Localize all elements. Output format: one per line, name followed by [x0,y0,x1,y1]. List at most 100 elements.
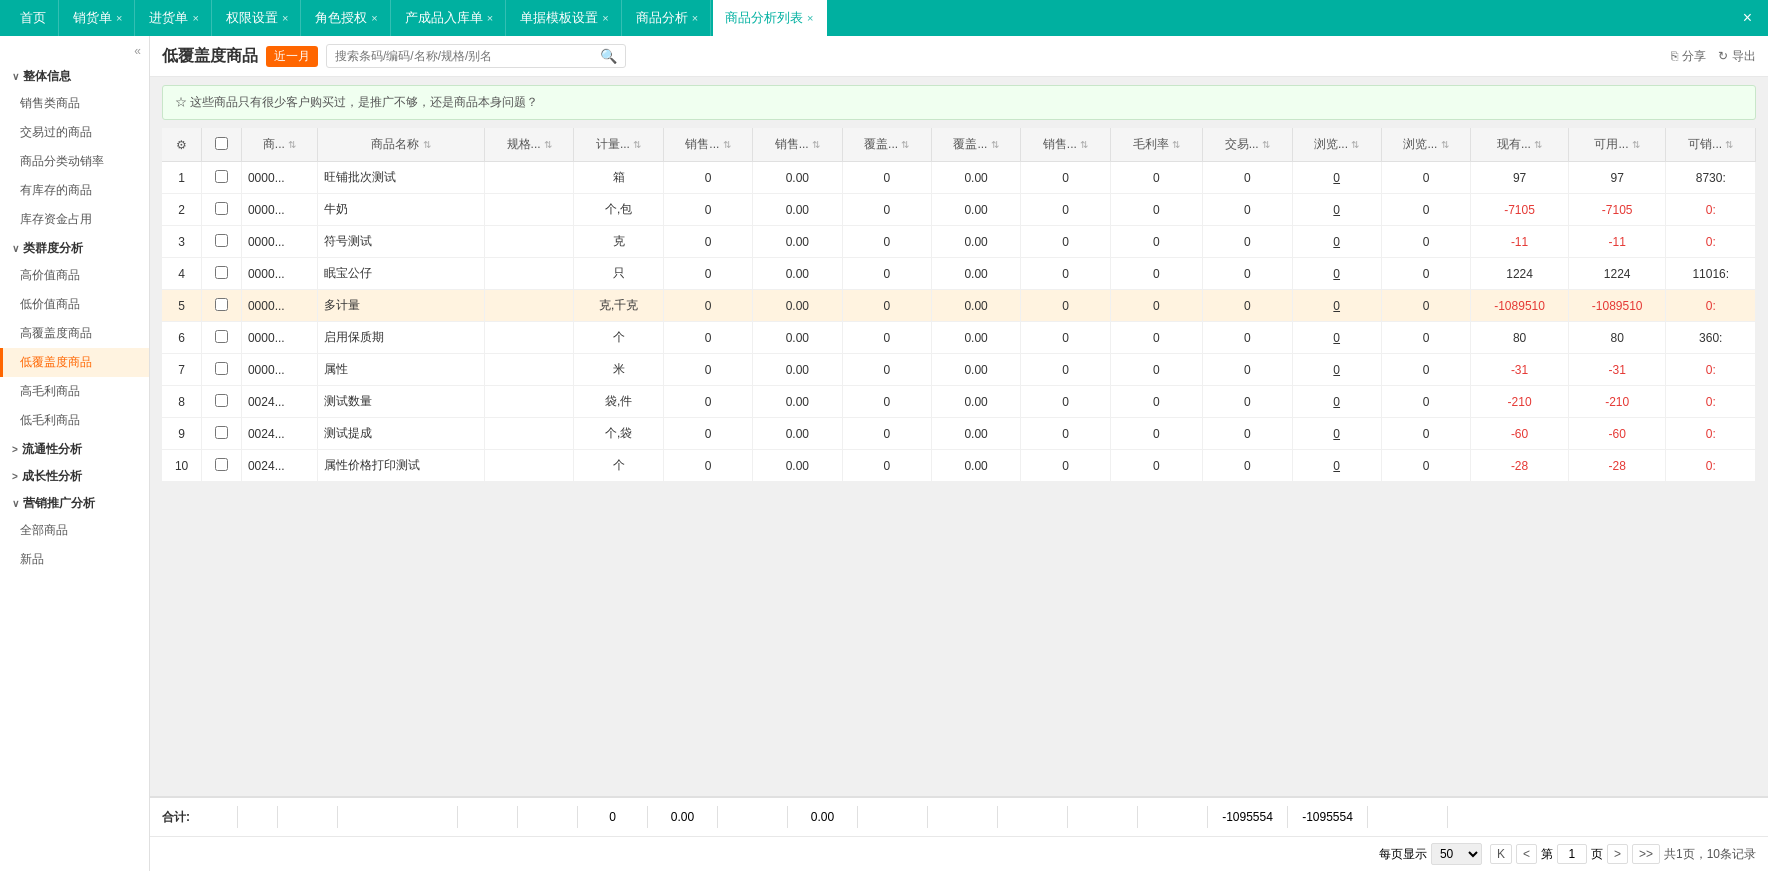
col-sales3[interactable]: 销售... ⇅ [1021,128,1110,162]
row-checkbox[interactable] [202,258,242,290]
row-name[interactable]: 测试提成 [318,418,485,450]
time-filter-button[interactable]: 近一月 [266,46,318,67]
row-name[interactable]: 多计量 [318,290,485,322]
row-checkbox[interactable] [202,354,242,386]
row-select-checkbox[interactable] [215,330,228,343]
nav-close-analysis-list[interactable]: × [807,12,813,24]
nav-purchase-order[interactable]: 进货单 × [137,0,211,36]
nav-home[interactable]: 首页 [8,0,59,36]
col-current[interactable]: 现有... ⇅ [1471,128,1569,162]
col-unit[interactable]: 计量... ⇅ [574,128,663,162]
col-cover2[interactable]: 覆盖... ⇅ [931,128,1020,162]
page-first-button[interactable]: K [1490,844,1512,864]
col-cover1[interactable]: 覆盖... ⇅ [842,128,931,162]
sidebar-item-traded-goods[interactable]: 交易过的商品 [0,118,149,147]
row-name[interactable]: 属性 [318,354,485,386]
sidebar-section-cluster[interactable]: ∨ 类群度分析 [0,234,149,261]
select-all-checkbox[interactable] [215,137,228,150]
col-trade[interactable]: 交易... ⇅ [1203,128,1292,162]
row-name[interactable]: 牛奶 [318,194,485,226]
sidebar-item-sales-goods[interactable]: 销售类商品 [0,89,149,118]
sidebar-section-liquidity[interactable]: > 流通性分析 [0,435,149,462]
nav-template-settings[interactable]: 单据模板设置 × [508,0,621,36]
nav-sales-order[interactable]: 销货单 × [61,0,135,36]
row-select-checkbox[interactable] [215,202,228,215]
sidebar-item-high-coverage[interactable]: 高覆盖度商品 [0,319,149,348]
row-select-checkbox[interactable] [215,458,228,471]
row-checkbox[interactable] [202,162,242,194]
row-checkbox[interactable] [202,418,242,450]
row-browse1[interactable]: 0 [1292,450,1381,482]
row-select-checkbox[interactable] [215,266,228,279]
nav-close-purchase[interactable]: × [192,12,198,24]
nav-product-analysis-list[interactable]: 商品分析列表 × [713,0,826,36]
export-button[interactable]: ↻ 导出 [1718,48,1756,65]
row-name[interactable]: 启用保质期 [318,322,485,354]
nav-close-role[interactable]: × [371,12,377,24]
row-browse1[interactable]: 0 [1292,354,1381,386]
col-sales2[interactable]: 销售... ⇅ [753,128,842,162]
nav-product-analysis[interactable]: 商品分析 × [624,0,711,36]
sidebar-section-overall[interactable]: ∨ 整体信息 [0,62,149,89]
page-number-input[interactable] [1557,844,1587,864]
row-browse1[interactable]: 0 [1292,226,1381,258]
window-close-button[interactable]: × [1735,9,1760,27]
sidebar-item-in-stock-goods[interactable]: 有库存的商品 [0,176,149,205]
row-name[interactable]: 属性价格打印测试 [318,450,485,482]
row-browse1[interactable]: 0 [1292,162,1381,194]
row-checkbox[interactable] [202,194,242,226]
sidebar-item-new-goods[interactable]: 新品 [0,545,149,574]
row-checkbox[interactable] [202,226,242,258]
search-input[interactable] [335,49,600,63]
sidebar-item-high-margin[interactable]: 高毛利商品 [0,377,149,406]
col-settings[interactable]: ⚙ [162,128,202,162]
sidebar-item-high-value[interactable]: 高价值商品 [0,261,149,290]
sidebar-item-all-goods[interactable]: 全部商品 [0,516,149,545]
col-code[interactable]: 商... ⇅ [241,128,317,162]
row-select-checkbox[interactable] [215,234,228,247]
col-sellable[interactable]: 可销... ⇅ [1666,128,1756,162]
nav-close-template[interactable]: × [602,12,608,24]
row-checkbox[interactable] [202,450,242,482]
nav-close-sales[interactable]: × [116,12,122,24]
nav-role-auth[interactable]: 角色授权 × [303,0,390,36]
col-browse1[interactable]: 浏览... ⇅ [1292,128,1381,162]
sidebar-item-inventory-capital[interactable]: 库存资金占用 [0,205,149,234]
sidebar-section-marketing[interactable]: ∨ 营销推广分析 [0,489,149,516]
row-browse1[interactable]: 0 [1292,386,1381,418]
row-checkbox[interactable] [202,322,242,354]
row-name[interactable]: 旺铺批次测试 [318,162,485,194]
row-browse1[interactable]: 0 [1292,290,1381,322]
col-margin[interactable]: 毛利率 ⇅ [1110,128,1202,162]
col-sales1[interactable]: 销售... ⇅ [663,128,752,162]
row-name[interactable]: 符号测试 [318,226,485,258]
sidebar-item-category-sales-rate[interactable]: 商品分类动销率 [0,147,149,176]
col-available[interactable]: 可用... ⇅ [1568,128,1666,162]
row-select-checkbox[interactable] [215,170,228,183]
page-prev-button[interactable]: < [1516,844,1537,864]
row-browse1[interactable]: 0 [1292,322,1381,354]
row-browse1[interactable]: 0 [1292,194,1381,226]
row-checkbox[interactable] [202,386,242,418]
row-checkbox[interactable] [202,290,242,322]
per-page-select[interactable]: 50 20 100 [1431,843,1482,865]
nav-product-storage[interactable]: 产成品入库单 × [393,0,506,36]
col-spec[interactable]: 规格... ⇅ [485,128,574,162]
row-name[interactable]: 眠宝公仔 [318,258,485,290]
row-browse1[interactable]: 0 [1292,418,1381,450]
nav-close-storage[interactable]: × [487,12,493,24]
share-button[interactable]: ⎘ 分享 [1671,48,1706,65]
col-name[interactable]: 商品名称 ⇅ [318,128,485,162]
nav-close-analysis[interactable]: × [692,12,698,24]
page-last-button[interactable]: >> [1632,844,1660,864]
search-icon[interactable]: 🔍 [600,48,617,64]
page-next-button[interactable]: > [1607,844,1628,864]
nav-close-permission[interactable]: × [282,12,288,24]
sidebar-item-low-margin[interactable]: 低毛利商品 [0,406,149,435]
nav-permission-settings[interactable]: 权限设置 × [214,0,301,36]
sidebar-collapse-button[interactable]: « [0,36,149,62]
sidebar-item-low-value[interactable]: 低价值商品 [0,290,149,319]
row-name[interactable]: 测试数量 [318,386,485,418]
col-browse2[interactable]: 浏览... ⇅ [1381,128,1470,162]
row-select-checkbox[interactable] [215,394,228,407]
